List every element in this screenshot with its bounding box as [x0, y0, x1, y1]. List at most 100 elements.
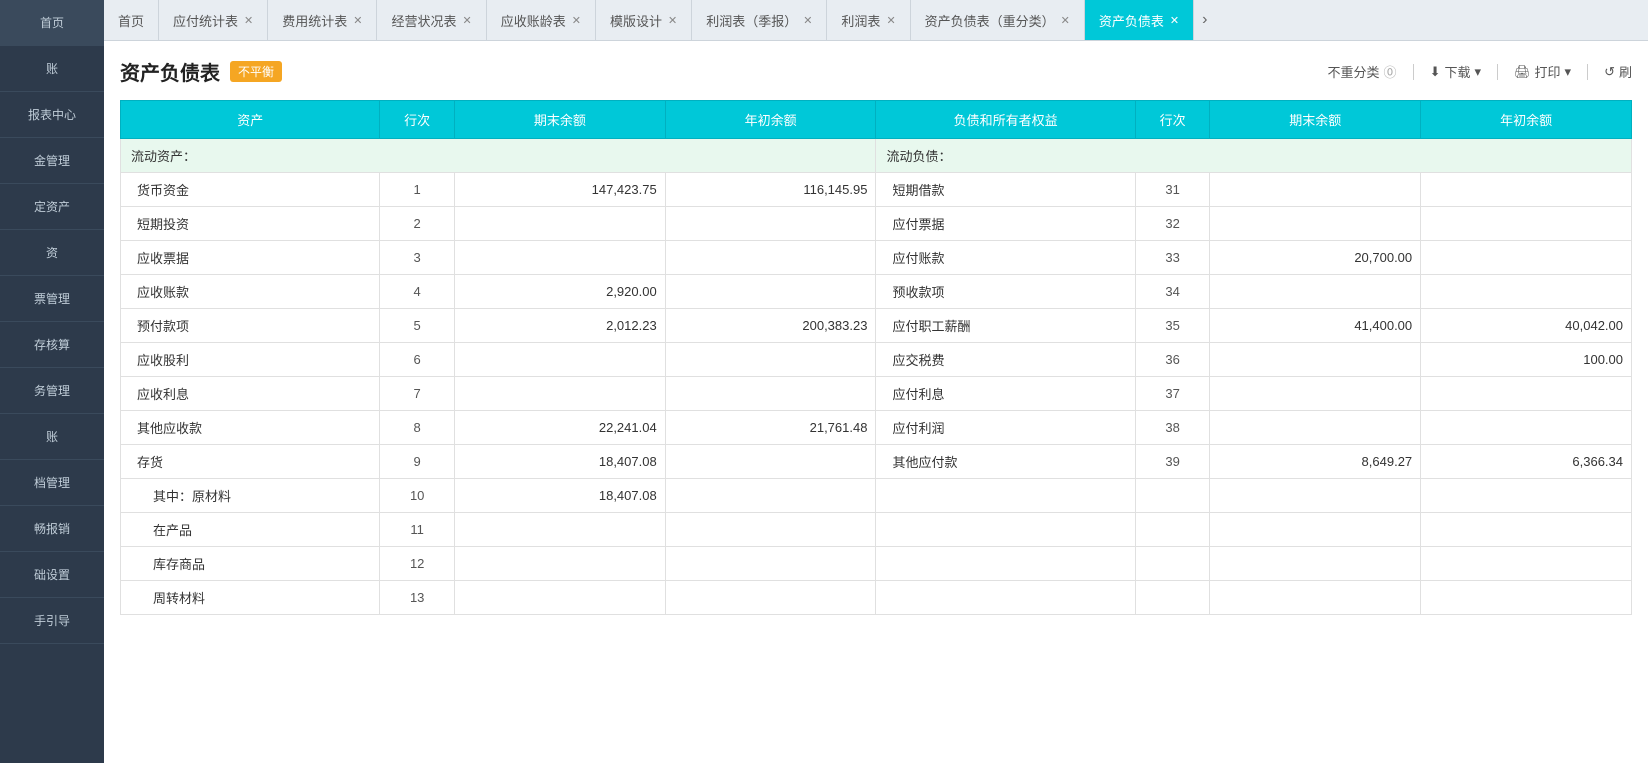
- th-end-balance: 期末余额: [454, 101, 665, 139]
- th-begin-balance: 年初余额: [665, 101, 876, 139]
- sidebar-item-report-center[interactable]: 报表中心: [0, 92, 104, 138]
- tab-balance[interactable]: 资产负债表✕: [1085, 0, 1194, 40]
- asset-name: 短期投资: [121, 207, 380, 241]
- tab-close-payable-stat[interactable]: ✕: [244, 14, 253, 27]
- sidebar-item-fixed-assets[interactable]: 定资产: [0, 184, 104, 230]
- sidebar-item-home[interactable]: 首页: [0, 0, 104, 46]
- begin-balance: [665, 445, 876, 479]
- row-seq2: 34: [1135, 275, 1210, 309]
- end-balance: [454, 241, 665, 275]
- begin-balance2: [1421, 513, 1632, 547]
- table-section-row: 流动资产： 流动负债：: [121, 139, 1632, 173]
- th-begin-balance2: 年初余额: [1421, 101, 1632, 139]
- table-row: 在产品 11: [121, 513, 1632, 547]
- end-balance: [454, 377, 665, 411]
- tab-close-ar-aging[interactable]: ✕: [572, 14, 581, 27]
- refresh-btn[interactable]: ↺ 刷: [1604, 62, 1632, 81]
- begin-balance2: [1421, 411, 1632, 445]
- asset-name: 应收账款: [121, 275, 380, 309]
- row-seq: 5: [380, 309, 455, 343]
- begin-balance2: [1421, 377, 1632, 411]
- sidebar-item-accounting[interactable]: 账: [0, 414, 104, 460]
- end-balance: [454, 581, 665, 615]
- end-balance: [454, 547, 665, 581]
- begin-balance: [665, 581, 876, 615]
- begin-balance2: [1421, 581, 1632, 615]
- th-liab: 负债和所有者权益: [876, 101, 1135, 139]
- table-row: 应收票据 3 应付账款 33 20,700.00: [121, 241, 1632, 275]
- table-row: 短期投资 2 应付票据 32: [121, 207, 1632, 241]
- row-seq2: 37: [1135, 377, 1210, 411]
- tab-close-expense-stat[interactable]: ✕: [353, 14, 362, 27]
- liab-name: 应付职工薪酬: [876, 309, 1135, 343]
- tab-operation[interactable]: 经营状况表✕: [377, 0, 486, 40]
- row-seq: 8: [380, 411, 455, 445]
- tab-profit[interactable]: 利润表✕: [827, 0, 910, 40]
- row-seq: 7: [380, 377, 455, 411]
- page-title-area: 资产负债表 不平衡: [120, 57, 282, 86]
- begin-balance2: 6,366.34: [1421, 445, 1632, 479]
- section-asset-label: 流动资产：: [121, 139, 876, 173]
- end-balance2: [1210, 513, 1421, 547]
- tab-close-profit-quarter[interactable]: ✕: [803, 14, 812, 27]
- tab-close-balance[interactable]: ✕: [1170, 14, 1179, 27]
- sidebar: 首页账报表中心金管理定资产资票管理存核算务管理账档管理畅报销础设置手引导: [0, 0, 104, 763]
- sidebar-item-archive[interactable]: 档管理: [0, 460, 104, 506]
- begin-balance: 116,145.95: [665, 173, 876, 207]
- row-seq: 4: [380, 275, 455, 309]
- liab-name: [876, 513, 1135, 547]
- liab-name: 预收款项: [876, 275, 1135, 309]
- asset-name: 应收票据: [121, 241, 380, 275]
- tab-close-profit[interactable]: ✕: [886, 14, 895, 27]
- table-row: 存货 9 18,407.08 其他应付款 39 8,649.27 6,366.3…: [121, 445, 1632, 479]
- divider-2: [1497, 64, 1498, 80]
- main-area: 首页应付统计表✕费用统计表✕经营状况表✕应收账龄表✕模版设计✕利润表（季报）✕利…: [104, 0, 1648, 763]
- begin-balance2: 40,042.00: [1421, 309, 1632, 343]
- end-balance: 22,241.04: [454, 411, 665, 445]
- tab-close-balance-reclassify[interactable]: ✕: [1061, 14, 1070, 27]
- tab-profit-quarter[interactable]: 利润表（季报）✕: [692, 0, 827, 40]
- row-seq2: 33: [1135, 241, 1210, 275]
- end-balance2: [1210, 411, 1421, 445]
- tab-label: 首页: [118, 11, 144, 30]
- sidebar-item-bill[interactable]: 票管理: [0, 276, 104, 322]
- tab-balance-reclassify[interactable]: 资产负债表（重分类）✕: [911, 0, 1085, 40]
- table-row: 应收利息 7 应付利息 37: [121, 377, 1632, 411]
- tab-ar-aging[interactable]: 应收账龄表 ✕: [487, 0, 596, 40]
- row-seq: 10: [380, 479, 455, 513]
- no-reclassify-toggle[interactable]: 不重分类 ⓪: [1328, 62, 1397, 81]
- row-seq2: 39: [1135, 445, 1210, 479]
- sidebar-item-guide[interactable]: 手引导: [0, 598, 104, 644]
- sidebar-item-sales[interactable]: 畅报销: [0, 506, 104, 552]
- section-liab-label: 流动负债：: [876, 139, 1632, 173]
- tab-payable-stat[interactable]: 应付统计表✕: [159, 0, 268, 40]
- download-btn[interactable]: ⬇ 下载 ▾: [1430, 62, 1481, 81]
- liab-name: 短期借款: [876, 173, 1135, 207]
- sidebar-item-payable[interactable]: 账: [0, 46, 104, 92]
- begin-balance: 200,383.23: [665, 309, 876, 343]
- sidebar-item-tax[interactable]: 务管理: [0, 368, 104, 414]
- tab-close-operation[interactable]: ✕: [463, 14, 472, 27]
- liab-name: [876, 547, 1135, 581]
- print-icon: 🖨: [1514, 64, 1531, 80]
- liab-name: 应交税费: [876, 343, 1135, 377]
- tab-template[interactable]: 模版设计✕: [596, 0, 692, 40]
- sidebar-item-invest[interactable]: 资: [0, 230, 104, 276]
- tab-close-template[interactable]: ✕: [668, 14, 677, 27]
- end-balance: 2,012.23: [454, 309, 665, 343]
- asset-name: 在产品: [121, 513, 380, 547]
- end-balance2: [1210, 207, 1421, 241]
- begin-balance2: [1421, 207, 1632, 241]
- sidebar-item-settings[interactable]: 础设置: [0, 552, 104, 598]
- tab-label: 应收账龄表: [501, 11, 566, 30]
- tab-scroll-right[interactable]: ›: [1194, 11, 1215, 29]
- begin-balance2: [1421, 275, 1632, 309]
- tab-home[interactable]: 首页: [104, 0, 159, 40]
- tab-bar: 首页应付统计表✕费用统计表✕经营状况表✕应收账龄表✕模版设计✕利润表（季报）✕利…: [104, 0, 1648, 41]
- sidebar-item-fund[interactable]: 金管理: [0, 138, 104, 184]
- print-btn[interactable]: 🖨 打印 ▾: [1514, 62, 1571, 81]
- th-asset: 资产: [121, 101, 380, 139]
- tab-expense-stat[interactable]: 费用统计表✕: [268, 0, 377, 40]
- sidebar-item-inventory[interactable]: 存核算: [0, 322, 104, 368]
- asset-name: 周转材料: [121, 581, 380, 615]
